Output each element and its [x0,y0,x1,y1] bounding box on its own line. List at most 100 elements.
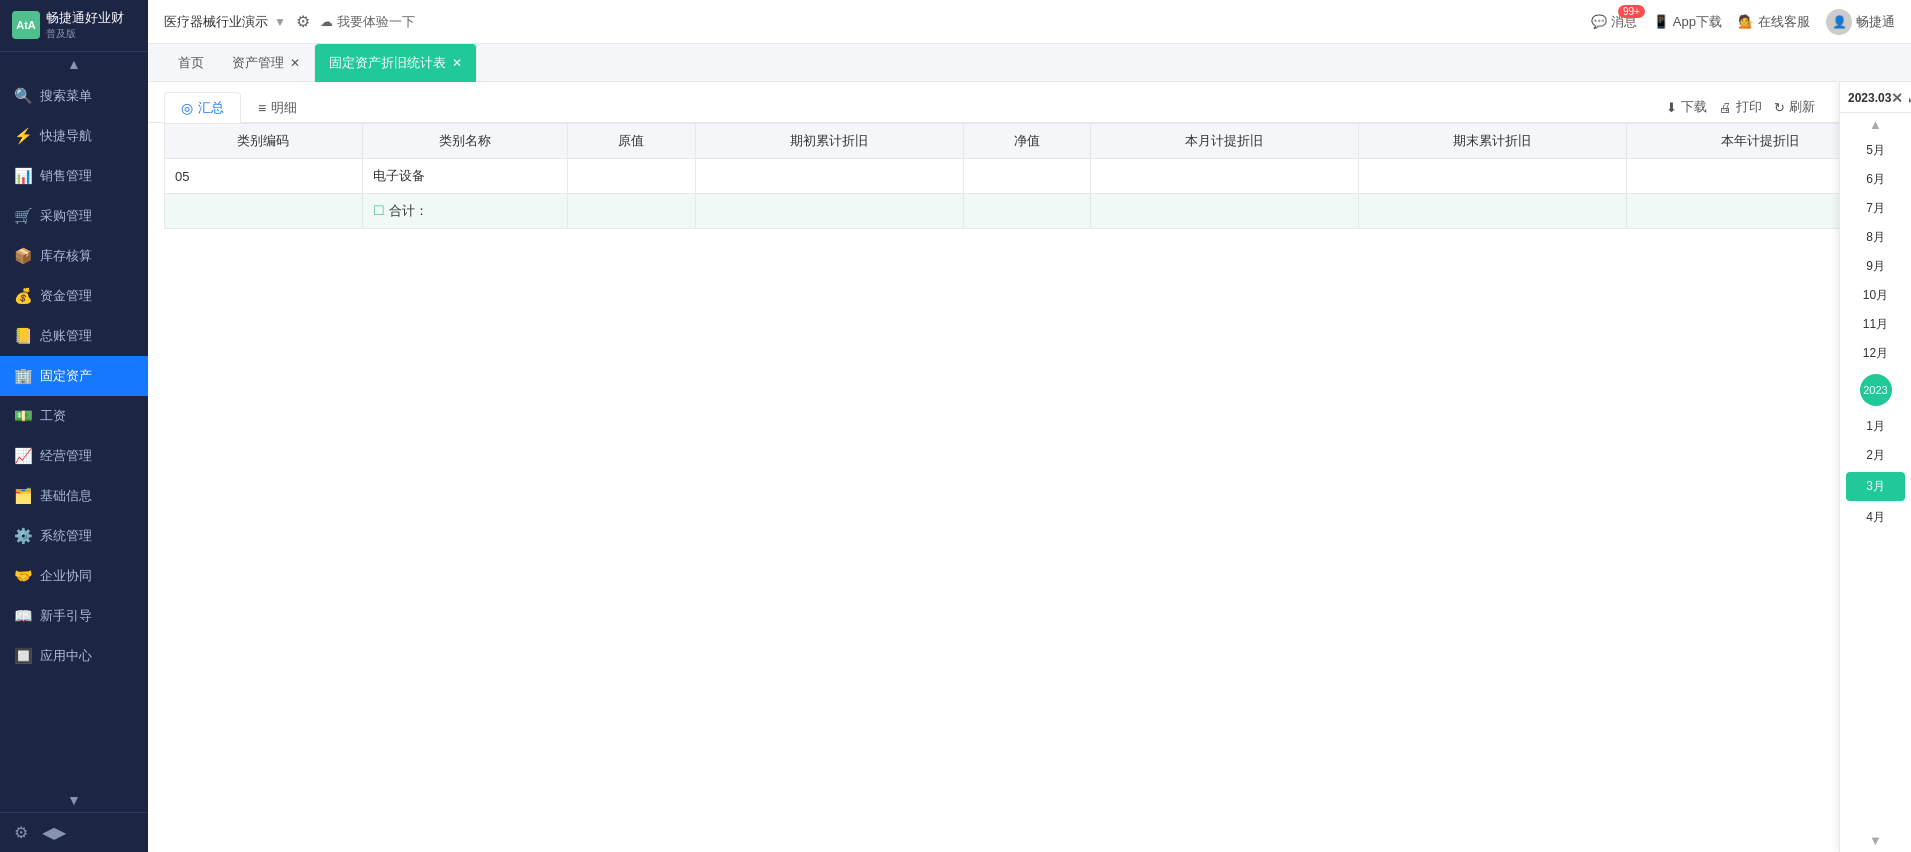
sidebar-item-basic-info[interactable]: 🗂️ 基础信息 [0,476,148,516]
tabs-bar: 首页 资产管理 ✕ 固定资产折旧统计表 ✕ [148,44,1911,82]
settings-bottom-icon[interactable]: ⚙ [14,823,28,842]
date-month-8[interactable]: 8月 [1840,223,1911,252]
date-month-10[interactable]: 10月 [1840,281,1911,310]
date-month-1[interactable]: 1月 [1840,412,1911,441]
sidebar-scroll-up[interactable]: ▲ [0,52,148,76]
sidebar-item-ops[interactable]: 📈 经营管理 [0,436,148,476]
scroll-down-icon: ▼ [67,792,81,808]
sidebar-item-sales[interactable]: 📊 销售管理 [0,156,148,196]
date-month-9[interactable]: 9月 [1840,252,1911,281]
sub-tab-detail[interactable]: ≡ 明细 [241,92,314,123]
topbar-settings-icon[interactable]: ⚙ [296,12,310,31]
sidebar-label-inventory: 库存核算 [40,247,92,265]
company-selector[interactable]: 医疗器械行业演示 ▼ [164,13,286,31]
logo-subtitle: 普及版 [46,27,124,41]
tab-home[interactable]: 首页 [164,44,218,82]
experience-button[interactable]: ☁ 我要体验一下 [320,13,415,31]
total-icon: ☐ [373,203,385,218]
sidebar-item-quick-nav[interactable]: ⚡ 快捷导航 [0,116,148,156]
cell-net-value [963,159,1090,194]
cell-name: 电子设备 [362,159,568,194]
inventory-icon: 📦 [14,247,32,265]
col-end-accum-depr: 期末累计折旧 [1358,124,1626,159]
sidebar-label-sales: 销售管理 [40,167,92,185]
sidebar-item-search[interactable]: 🔍 搜索菜单 [0,76,148,116]
print-label: 打印 [1736,98,1762,116]
cell-code: 05 [165,159,363,194]
sidebar-label-quick-nav: 快捷导航 [40,127,92,145]
download-label: 下载 [1681,98,1707,116]
year-2023-badge[interactable]: 2023 [1860,374,1892,406]
download-button[interactable]: ⬇ 下载 [1666,98,1707,116]
logo-text-block: 畅捷通好业财 普及版 [46,10,124,41]
ops-icon: 📈 [14,447,32,465]
tab-asset-mgmt[interactable]: 资产管理 ✕ [218,44,315,82]
sidebar-label-finance: 资金管理 [40,287,92,305]
sidebar-item-finance[interactable]: 💰 资金管理 [0,276,148,316]
sidebar-scroll-down[interactable]: ▼ [0,788,148,812]
date-panel-scroll-up[interactable]: ▲ [1840,113,1911,136]
topbar-left: 医疗器械行业演示 ▼ ⚙ ☁ 我要体验一下 [164,12,415,31]
sidebar-label-ops: 经营管理 [40,447,92,465]
app-download-label: App下载 [1673,13,1722,31]
print-button[interactable]: 🖨 打印 [1719,98,1762,116]
guide-icon: 📖 [14,607,32,625]
total-end-accum-depr [1358,194,1626,229]
depreciation-table: 类别编码 类别名称 原值 期初累计折旧 净值 本月计提折旧 期末累计折旧 本年计… [164,123,1895,229]
date-month-5[interactable]: 5月 [1840,136,1911,165]
app-download-button[interactable]: 📱 App下载 [1653,13,1722,31]
home-tab-label: 首页 [178,54,204,72]
sidebar-item-inventory[interactable]: 📦 库存核算 [0,236,148,276]
messages-button[interactable]: 💬 消息 99+ [1591,13,1637,31]
topbar: 医疗器械行业演示 ▼ ⚙ ☁ 我要体验一下 💬 消息 99+ 📱 App下载 💁… [148,0,1911,44]
fixed-depr-tab-close[interactable]: ✕ [452,56,462,70]
search-nav-icon: 🔍 [14,87,32,105]
sidebar-nav: 🔍 搜索菜单 ⚡ 快捷导航 📊 销售管理 🛒 采购管理 📦 库存核算 💰 资金管… [0,76,148,788]
date-month-2[interactable]: 2月 [1840,441,1911,470]
sidebar-item-payroll[interactable]: 💵 工资 [0,396,148,436]
avatar: 👤 [1826,9,1852,35]
table-wrap: 类别编码 类别名称 原值 期初累计折旧 净值 本月计提折旧 期末累计折旧 本年计… [148,123,1911,852]
sidebar-item-fixed-asset[interactable]: 🏢 固定资产 [0,356,148,396]
date-panel-close-button[interactable]: ✕ [1891,90,1903,106]
date-month-12[interactable]: 12月 [1840,339,1911,368]
refresh-label: 刷新 [1789,98,1815,116]
sidebar-item-app-center[interactable]: 🔲 应用中心 [0,636,148,676]
sidebar-item-ledger[interactable]: 📒 总账管理 [0,316,148,356]
online-service-button[interactable]: 💁 在线客服 [1738,13,1810,31]
date-month-11[interactable]: 11月 [1840,310,1911,339]
sidebar-label-guide: 新手引导 [40,607,92,625]
user-name: 畅捷通 [1856,13,1895,31]
sidebar-label-system: 系统管理 [40,527,92,545]
asset-mgmt-tab-close[interactable]: ✕ [290,56,300,70]
fixed-asset-icon: 🏢 [14,367,32,385]
date-month-6[interactable]: 6月 [1840,165,1911,194]
sidebar-label-ledger: 总账管理 [40,327,92,345]
date-panel-scroll-down[interactable]: ▼ [1840,829,1911,852]
sidebar-item-purchase[interactable]: 🛒 采购管理 [0,196,148,236]
scroll-up-icon: ▲ [67,56,81,72]
collapse-icon[interactable]: ◀▶ [42,823,66,842]
finance-icon: 💰 [14,287,32,305]
sidebar-item-collab[interactable]: 🤝 企业协同 [0,556,148,596]
tab-fixed-asset-depreciation[interactable]: 固定资产折旧统计表 ✕ [315,44,477,82]
date-month-3-active[interactable]: 3月 [1846,472,1905,501]
detail-tab-icon: ≡ [258,100,266,116]
experience-icon: ☁ [320,14,333,29]
date-month-4[interactable]: 4月 [1840,503,1911,532]
user-profile[interactable]: 👤 畅捷通 [1826,9,1895,35]
date-panel-title: 2023.03 [1848,91,1891,105]
col-net-value: 净值 [963,124,1090,159]
summary-tab-label: 汇总 [198,99,224,117]
col-name: 类别名称 [362,124,568,159]
refresh-button[interactable]: ↻ 刷新 [1774,98,1815,116]
date-panel-expand-button[interactable]: ⤢ [1907,90,1911,106]
sidebar-item-guide[interactable]: 📖 新手引导 [0,596,148,636]
sidebar-item-system[interactable]: ⚙️ 系统管理 [0,516,148,556]
date-month-7[interactable]: 7月 [1840,194,1911,223]
sub-tab-summary[interactable]: ◎ 汇总 [164,92,241,123]
logo-title: 畅捷通好业财 [46,10,124,27]
summary-tab-icon: ◎ [181,100,193,116]
print-icon: 🖨 [1719,100,1732,115]
total-row: ☐合计： 791.67 [165,194,1895,229]
